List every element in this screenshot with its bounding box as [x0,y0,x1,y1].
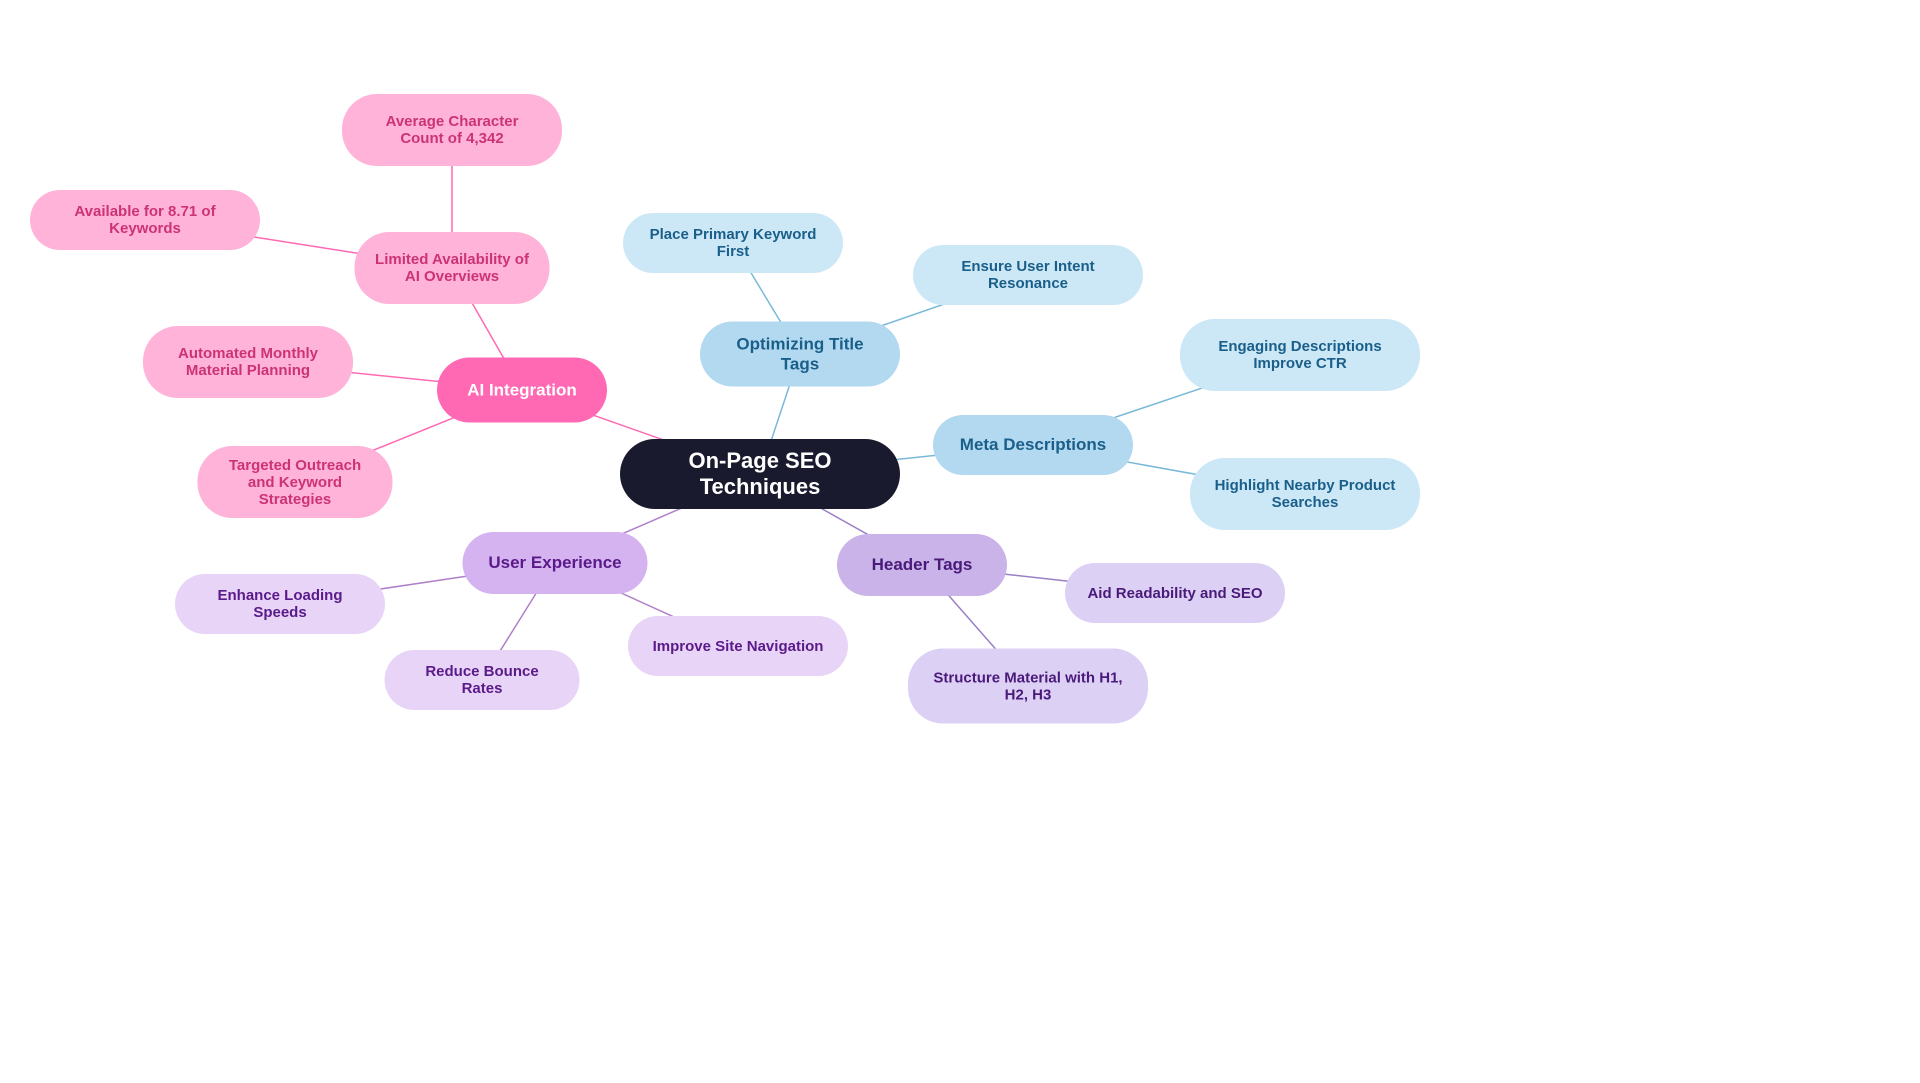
highlight-nearby-node: Highlight Nearby Product Searches [1190,458,1420,530]
structure-material-node: Structure Material with H1, H2, H3 [908,649,1148,724]
user-experience-node: User Experience [463,532,648,594]
optimizing-title-tags-node: Optimizing Title Tags [700,322,900,387]
improve-navigation-node: Improve Site Navigation [628,616,848,676]
avg-char-count-node: Average Character Count of 4,342 [342,94,562,166]
meta-descriptions-node: Meta Descriptions [933,415,1133,475]
enhance-loading-node: Enhance Loading Speeds [175,574,385,634]
user-intent-resonance-node: Ensure User Intent Resonance [913,245,1143,305]
automated-planning-node: Automated Monthly Material Planning [143,326,353,398]
reduce-bounce-node: Reduce Bounce Rates [385,650,580,710]
center-node: On-Page SEO Techniques [620,439,900,509]
available-keywords-node: Available for 8.71 of Keywords [30,190,260,250]
aid-readability-node: Aid Readability and SEO [1065,563,1285,623]
ai-integration-node: AI Integration [437,358,607,423]
place-primary-keyword-node: Place Primary Keyword First [623,213,843,273]
engaging-descriptions-node: Engaging Descriptions Improve CTR [1180,319,1420,391]
header-tags-node: Header Tags [837,534,1007,596]
limited-availability-node: Limited Availability of AI Overviews [355,232,550,304]
targeted-outreach-node: Targeted Outreach and Keyword Strategies [198,446,393,518]
